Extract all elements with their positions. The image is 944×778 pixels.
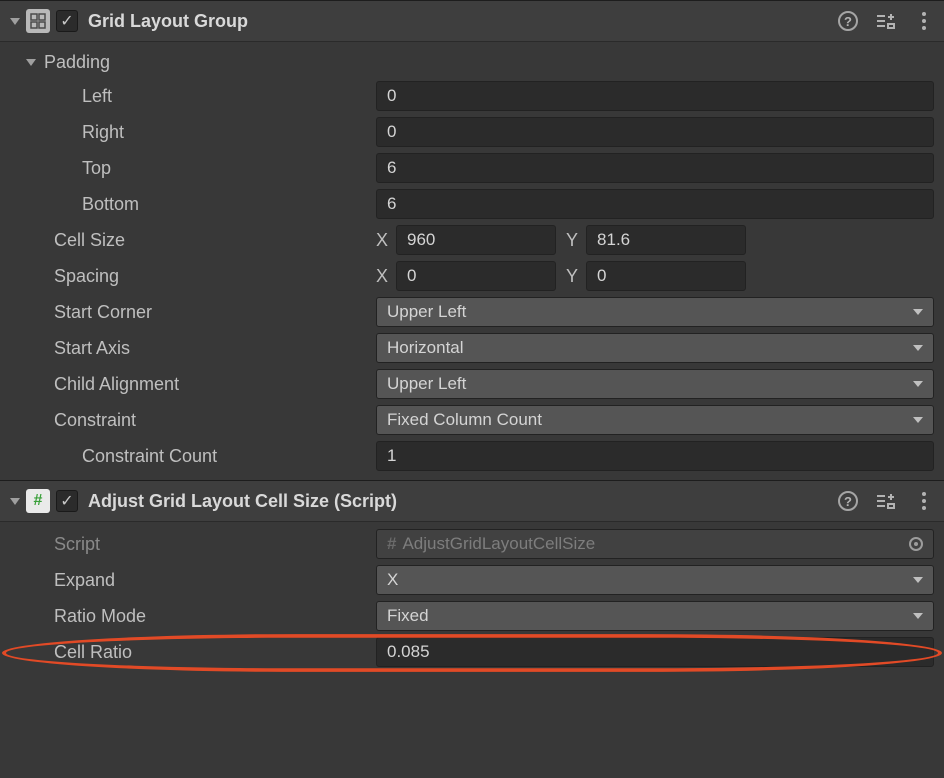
help-icon[interactable]: ? — [838, 11, 858, 31]
chevron-down-icon — [913, 417, 923, 423]
cell-ratio-label: Cell Ratio — [6, 642, 376, 663]
script-icon: # — [26, 489, 50, 513]
cell-size-label: Cell Size — [6, 230, 376, 251]
padding-bottom-input[interactable]: 6 — [376, 189, 934, 219]
dropdown-value: Upper Left — [387, 374, 466, 394]
expand-label: Expand — [6, 570, 376, 591]
preset-icon[interactable] — [876, 492, 896, 510]
start-corner-label: Start Corner — [6, 302, 376, 323]
grid-icon — [26, 9, 50, 33]
padding-label: Padding — [44, 52, 110, 73]
grid-layout-body: Padding Left 0 Right 0 Top 6 Bottom 6 Ce… — [0, 42, 944, 480]
constraint-count-input[interactable]: 1 — [376, 441, 934, 471]
component-title: Adjust Grid Layout Cell Size (Script) — [88, 491, 838, 512]
start-axis-label: Start Axis — [6, 338, 376, 359]
dropdown-value: Fixed Column Count — [387, 410, 542, 430]
script-object-field[interactable]: # AdjustGridLayoutCellSize — [376, 529, 934, 559]
chevron-down-icon — [913, 345, 923, 351]
padding-top-label: Top — [6, 158, 376, 179]
expand-dropdown[interactable]: X — [376, 565, 934, 595]
child-alignment-label: Child Alignment — [6, 374, 376, 395]
padding-bottom-label: Bottom — [6, 194, 376, 215]
dropdown-value: Fixed — [387, 606, 429, 626]
enable-checkbox[interactable]: ✓ — [56, 10, 78, 32]
cell-size-x-label: X — [376, 230, 388, 251]
dropdown-value: X — [387, 570, 398, 590]
script-field-label: Script — [6, 534, 376, 555]
chevron-down-icon — [913, 613, 923, 619]
spacing-y-input[interactable]: 0 — [586, 261, 746, 291]
component-title: Grid Layout Group — [88, 11, 838, 32]
kebab-menu-icon[interactable] — [914, 12, 934, 30]
padding-left-label: Left — [6, 86, 376, 107]
spacing-x-label: X — [376, 266, 388, 287]
cell-size-y-input[interactable]: 81.6 — [586, 225, 746, 255]
component-header-adjust-script[interactable]: # ✓ Adjust Grid Layout Cell Size (Script… — [0, 480, 944, 522]
cell-size-x-input[interactable]: 960 — [396, 225, 556, 255]
constraint-dropdown[interactable]: Fixed Column Count — [376, 405, 934, 435]
preset-icon[interactable] — [876, 12, 896, 30]
start-axis-dropdown[interactable]: Horizontal — [376, 333, 934, 363]
padding-foldout-icon[interactable] — [26, 59, 36, 66]
spacing-label: Spacing — [6, 266, 376, 287]
start-corner-dropdown[interactable]: Upper Left — [376, 297, 934, 327]
cell-size-y-label: Y — [566, 230, 578, 251]
kebab-menu-icon[interactable] — [914, 492, 934, 510]
object-picker-icon[interactable] — [909, 537, 923, 551]
foldout-icon[interactable] — [10, 498, 20, 505]
constraint-label: Constraint — [6, 410, 376, 431]
cell-ratio-input[interactable]: 0.085 — [376, 637, 934, 667]
child-alignment-dropdown[interactable]: Upper Left — [376, 369, 934, 399]
chevron-down-icon — [913, 309, 923, 315]
spacing-x-input[interactable]: 0 — [396, 261, 556, 291]
help-icon[interactable]: ? — [838, 491, 858, 511]
padding-right-input[interactable]: 0 — [376, 117, 934, 147]
spacing-y-label: Y — [566, 266, 578, 287]
chevron-down-icon — [913, 577, 923, 583]
padding-left-input[interactable]: 0 — [376, 81, 934, 111]
component-header-grid-layout-group[interactable]: ✓ Grid Layout Group ? — [0, 0, 944, 42]
foldout-icon[interactable] — [10, 18, 20, 25]
enable-checkbox[interactable]: ✓ — [56, 490, 78, 512]
ratio-mode-dropdown[interactable]: Fixed — [376, 601, 934, 631]
adjust-script-body: Script # AdjustGridLayoutCellSize Expand… — [0, 522, 944, 676]
dropdown-value: Upper Left — [387, 302, 466, 322]
dropdown-value: Horizontal — [387, 338, 464, 358]
script-icon-small: # — [387, 534, 396, 554]
padding-right-label: Right — [6, 122, 376, 143]
ratio-mode-label: Ratio Mode — [6, 606, 376, 627]
script-object-value: AdjustGridLayoutCellSize — [402, 534, 595, 554]
padding-top-input[interactable]: 6 — [376, 153, 934, 183]
chevron-down-icon — [913, 381, 923, 387]
constraint-count-label: Constraint Count — [6, 446, 376, 467]
